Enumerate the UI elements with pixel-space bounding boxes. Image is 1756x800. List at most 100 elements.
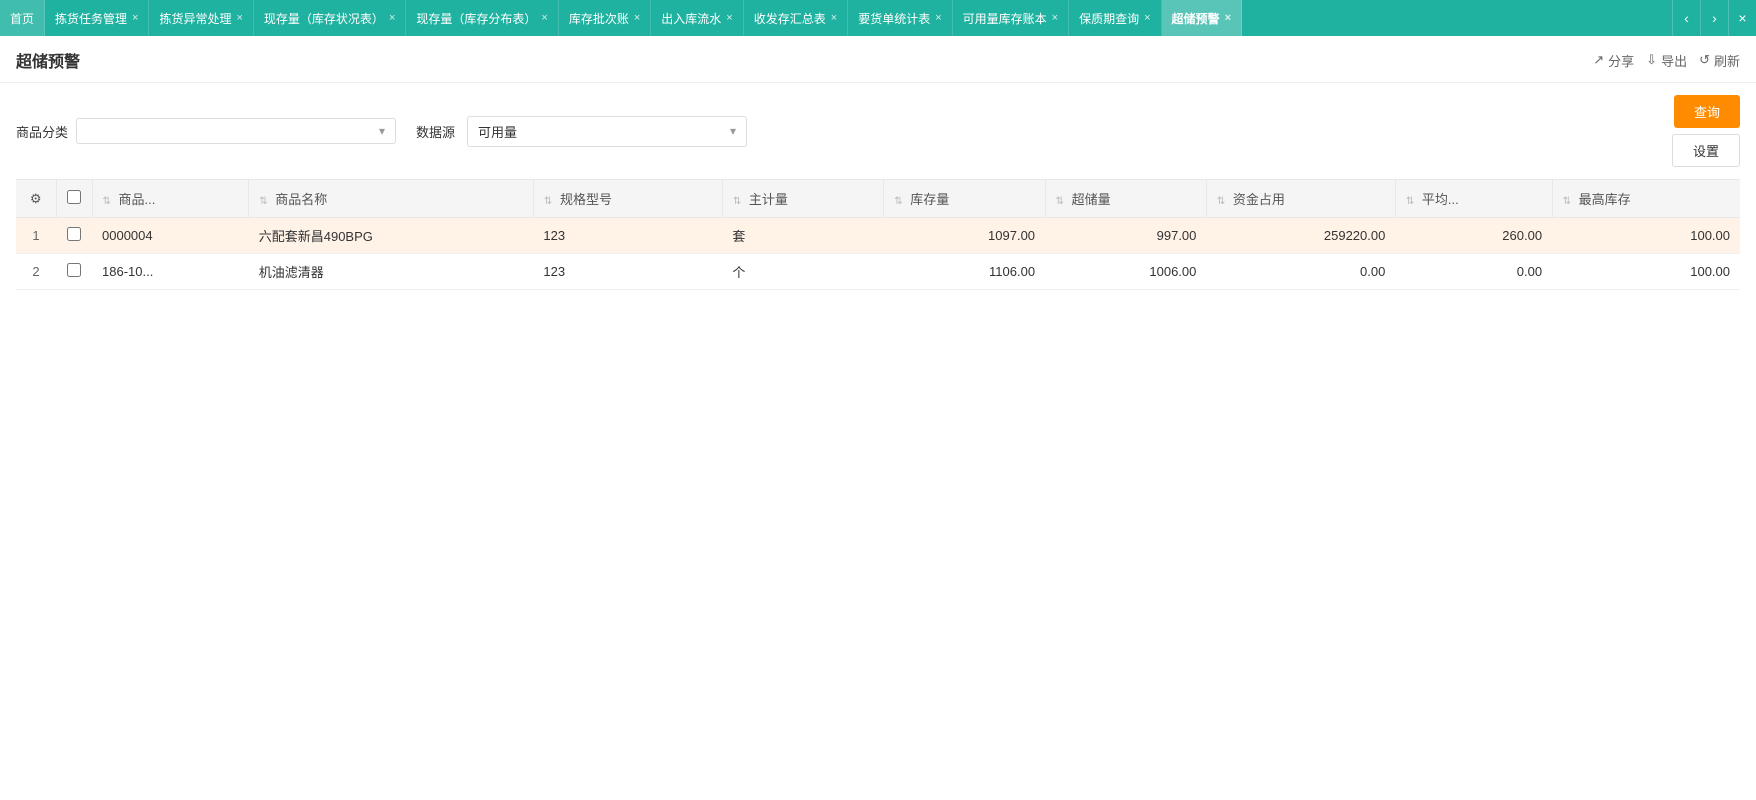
th-spec[interactable]: ⇅ 规格型号 <box>533 180 722 218</box>
cell-capital-used: 259220.00 <box>1206 218 1395 254</box>
close-icon[interactable]: × <box>831 12 837 24</box>
cell-spec: 123 <box>533 218 722 254</box>
product-category-group: 商品分类 ▾ <box>16 118 396 144</box>
sort-icon: ⇅ <box>1406 196 1414 207</box>
close-icon[interactable]: × <box>389 12 395 24</box>
filter-bar: 商品分类 ▾ 数据源 可用量 ▾ 查询 设置 <box>0 83 1756 179</box>
cell-product-code: 186-10... <box>92 254 249 290</box>
cell-product-name: 六配套新昌490BPG <box>249 218 534 254</box>
sort-icon: ⇅ <box>1056 196 1064 207</box>
close-icon[interactable]: × <box>1225 12 1231 24</box>
sort-icon: ⇅ <box>894 196 902 207</box>
close-icon[interactable]: × <box>132 12 138 24</box>
row-number: 2 <box>16 254 56 290</box>
nav-home[interactable]: 首页 <box>0 0 45 36</box>
filter-action-buttons: 查询 设置 <box>1672 95 1740 167</box>
cell-capital-used: 0.00 <box>1206 254 1395 290</box>
nav-next-button[interactable]: › <box>1700 0 1728 36</box>
sort-icon: ⇅ <box>259 196 267 207</box>
th-gear[interactable]: ⚙ <box>16 180 56 218</box>
th-over-qty[interactable]: ⇅ 超储量 <box>1045 180 1206 218</box>
nav-prev-button[interactable]: ‹ <box>1672 0 1700 36</box>
data-source-label: 数据源 <box>416 122 455 141</box>
row-checkbox-cell[interactable] <box>56 254 92 290</box>
product-category-select[interactable]: ▾ <box>76 118 396 144</box>
th-max-stock[interactable]: ⇅ 最高库存 <box>1552 180 1740 218</box>
settings-button[interactable]: 设置 <box>1672 134 1740 167</box>
table-container: ⚙ ⇅ 商品... ⇅ 商品名称 ⇅ 规格型号 <box>0 179 1756 290</box>
nav-abnormal[interactable]: 拣货异常处理 × <box>149 0 253 36</box>
nav-inventory-dist[interactable]: 现存量（库存分布表） × <box>406 0 558 36</box>
th-stock-qty[interactable]: ⇅ 库存量 <box>884 180 1045 218</box>
select-all-checkbox[interactable] <box>67 190 81 204</box>
nav-quality-query[interactable]: 保质期查询 × <box>1069 0 1161 36</box>
table-body: 1 0000004 六配套新昌490BPG 123 套 1097.00 997.… <box>16 218 1740 290</box>
nav-arrows: ‹ › × <box>1672 0 1756 36</box>
gear-icon: ⚙ <box>30 191 42 206</box>
refresh-icon: ↺ <box>1699 52 1710 68</box>
top-navigation: 首页 拣货任务管理 × 拣货异常处理 × 现存量（库存状况表） × 现存量（库存… <box>0 0 1756 36</box>
nav-task-mgmt[interactable]: 拣货任务管理 × <box>45 0 149 36</box>
cell-max-stock: 100.00 <box>1552 218 1740 254</box>
cell-stock-qty: 1097.00 <box>884 218 1045 254</box>
row-checkbox-cell[interactable] <box>56 218 92 254</box>
nav-inout-flow[interactable]: 出入库流水 × <box>651 0 743 36</box>
query-button[interactable]: 查询 <box>1674 95 1740 128</box>
close-icon[interactable]: × <box>726 12 732 24</box>
close-icon[interactable]: × <box>634 12 640 24</box>
close-icon[interactable]: × <box>541 12 547 24</box>
row-checkbox[interactable] <box>67 227 81 241</box>
nav-batch-account[interactable]: 库存批次账 × <box>559 0 651 36</box>
data-source-group: 数据源 可用量 ▾ <box>416 116 747 147</box>
overstock-table: ⚙ ⇅ 商品... ⇅ 商品名称 ⇅ 规格型号 <box>16 179 1740 290</box>
chevron-down-icon: ▾ <box>730 124 736 138</box>
table-row: 2 186-10... 机油滤清器 123 个 1106.00 1006.00 … <box>16 254 1740 290</box>
refresh-button[interactable]: ↺ 刷新 <box>1699 51 1740 70</box>
data-source-select[interactable]: 可用量 ▾ <box>467 116 747 147</box>
cell-product-name: 机油滤清器 <box>249 254 534 290</box>
nav-demand-stats[interactable]: 要货单统计表 × <box>848 0 952 36</box>
close-icon[interactable]: × <box>935 12 941 24</box>
share-button[interactable]: ↗ 分享 <box>1593 51 1634 70</box>
cell-over-qty: 1006.00 <box>1045 254 1206 290</box>
nav-close-all-button[interactable]: × <box>1728 0 1756 36</box>
sort-icon: ⇅ <box>1217 196 1225 207</box>
sort-icon: ⇅ <box>733 196 741 207</box>
cell-over-qty: 997.00 <box>1045 218 1206 254</box>
cell-unit: 个 <box>722 254 883 290</box>
sort-icon: ⇅ <box>103 196 111 207</box>
share-icon: ↗ <box>1593 52 1604 68</box>
row-checkbox[interactable] <box>67 263 81 277</box>
th-product-code[interactable]: ⇅ 商品... <box>92 180 249 218</box>
row-number: 1 <box>16 218 56 254</box>
th-unit[interactable]: ⇅ 主计量 <box>722 180 883 218</box>
export-button[interactable]: ⇩ 导出 <box>1646 51 1687 70</box>
page-header: 超储预警 ↗ 分享 ⇩ 导出 ↺ 刷新 <box>0 36 1756 83</box>
nav-overstock-warning[interactable]: 超储预警 × <box>1162 0 1242 36</box>
close-icon[interactable]: × <box>1144 12 1150 24</box>
table-header-row: ⚙ ⇅ 商品... ⇅ 商品名称 ⇅ 规格型号 <box>16 180 1740 218</box>
cell-stock-qty: 1106.00 <box>884 254 1045 290</box>
cell-unit: 套 <box>722 218 883 254</box>
sort-icon: ⇅ <box>544 196 552 207</box>
header-actions: ↗ 分享 ⇩ 导出 ↺ 刷新 <box>1593 51 1740 70</box>
cell-spec: 123 <box>533 254 722 290</box>
nav-inventory-status[interactable]: 现存量（库存状况表） × <box>254 0 406 36</box>
cell-max-stock: 100.00 <box>1552 254 1740 290</box>
page-content: 超储预警 ↗ 分享 ⇩ 导出 ↺ 刷新 商品分类 ▾ 数据源 <box>0 36 1756 800</box>
export-icon: ⇩ <box>1646 52 1657 68</box>
table-row: 1 0000004 六配套新昌490BPG 123 套 1097.00 997.… <box>16 218 1740 254</box>
th-avg[interactable]: ⇅ 平均... <box>1395 180 1552 218</box>
cell-avg: 0.00 <box>1395 254 1552 290</box>
page-title: 超储预警 <box>16 48 80 72</box>
close-icon[interactable]: × <box>1052 12 1058 24</box>
sort-icon: ⇅ <box>1563 196 1571 207</box>
th-checkbox[interactable] <box>56 180 92 218</box>
nav-available-ledger[interactable]: 可用量库存账本 × <box>953 0 1069 36</box>
th-capital-used[interactable]: ⇅ 资金占用 <box>1206 180 1395 218</box>
product-category-label: 商品分类 <box>16 122 68 141</box>
nav-summary[interactable]: 收发存汇总表 × <box>744 0 848 36</box>
data-source-value: 可用量 <box>478 122 517 141</box>
close-icon[interactable]: × <box>236 12 242 24</box>
th-product-name[interactable]: ⇅ 商品名称 <box>249 180 534 218</box>
